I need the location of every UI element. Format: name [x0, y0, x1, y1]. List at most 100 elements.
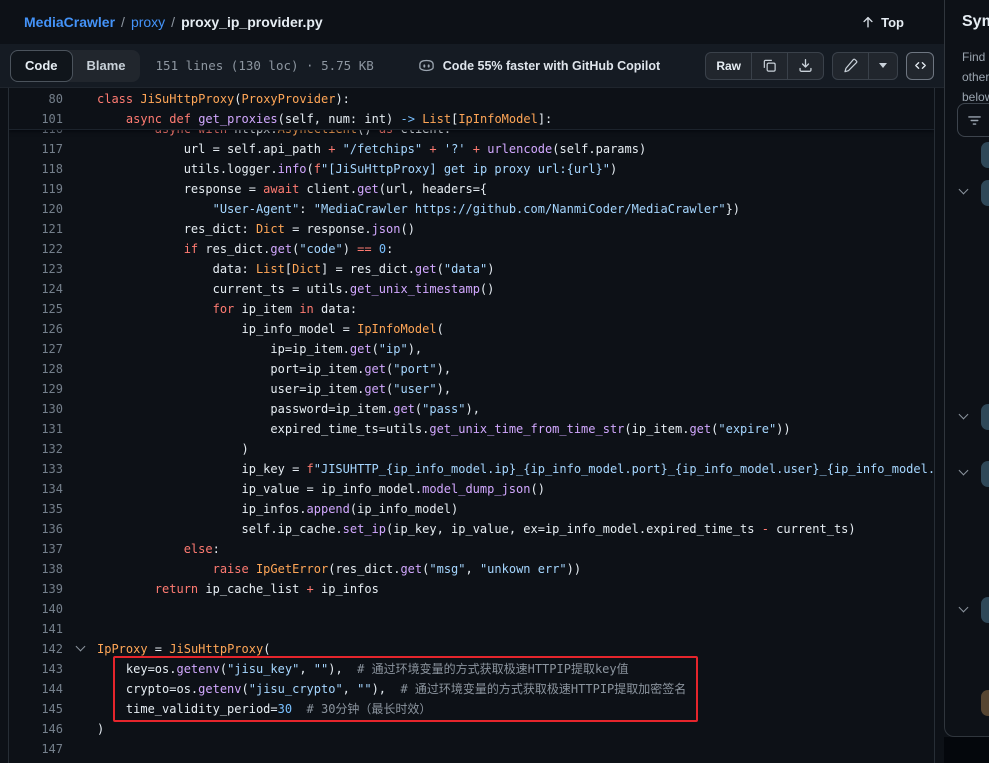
code-lines: 116 async with httpx.AsyncClient() as cl…	[9, 119, 934, 759]
symbol-item-pill[interactable]	[981, 404, 989, 430]
line-number[interactable]: 139	[9, 579, 63, 599]
symbol-item-pill[interactable]	[981, 461, 989, 487]
line-number[interactable]: 133	[9, 459, 63, 479]
line-number[interactable]: 124	[9, 279, 63, 299]
code-text: res_dict: Dict = response.json()	[97, 219, 415, 239]
chevron-down-icon[interactable]	[959, 603, 969, 613]
code-text: ip_infos.append(ip_info_model)	[97, 499, 458, 519]
code-line: 80class JiSuHttpProxy(ProxyProvider):	[9, 89, 934, 109]
line-number[interactable]: 145	[9, 699, 63, 719]
breadcrumb-separator: /	[171, 14, 175, 30]
line-number[interactable]: 140	[9, 599, 63, 619]
panel-footer-area	[944, 737, 989, 763]
line-number[interactable]: 146	[9, 719, 63, 739]
line-number[interactable]: 126	[9, 319, 63, 339]
line-number[interactable]: 130	[9, 399, 63, 419]
code-line: 132 )	[9, 439, 934, 459]
line-number[interactable]: 131	[9, 419, 63, 439]
line-number[interactable]: 134	[9, 479, 63, 499]
code-line: 144 crypto=os.getenv("jisu_crypto", ""),…	[9, 679, 934, 699]
gutter	[63, 439, 97, 459]
code-line: 138 raise IpGetError(res_dict.get("msg",…	[9, 559, 934, 579]
code-line: 126 ip_info_model = IpInfoModel(	[9, 319, 934, 339]
line-number[interactable]: 132	[9, 439, 63, 459]
tab-code[interactable]: Code	[10, 50, 73, 82]
line-number[interactable]: 101	[9, 109, 63, 129]
symbol-item-pill[interactable]	[981, 142, 989, 168]
gutter	[63, 559, 97, 579]
line-number[interactable]: 127	[9, 339, 63, 359]
symbol-item-pill[interactable]	[981, 597, 989, 623]
edit-dropdown-button[interactable]	[869, 53, 897, 79]
symbols-panel-box: Sym Find other below	[944, 0, 989, 737]
chevron-down-icon[interactable]	[959, 466, 969, 476]
symbols-panel-toggle[interactable]	[906, 52, 934, 80]
code-line: 125 for ip_item in data:	[9, 299, 934, 319]
symbol-item-pill[interactable]	[981, 180, 989, 206]
edit-button[interactable]	[833, 53, 869, 79]
line-number[interactable]: 136	[9, 519, 63, 539]
symbols-filter-input[interactable]	[957, 103, 989, 137]
chevron-down-icon[interactable]	[959, 410, 969, 420]
arrow-up-icon	[861, 15, 875, 29]
code-line: 141	[9, 619, 934, 639]
line-number[interactable]: 119	[9, 179, 63, 199]
line-number[interactable]: 138	[9, 559, 63, 579]
code-text: utils.logger.info(f"[JiSuHttpProxy] get …	[97, 159, 617, 179]
line-number[interactable]: 125	[9, 299, 63, 319]
download-button[interactable]	[788, 53, 823, 79]
line-number[interactable]: 142	[9, 639, 63, 659]
code-text: async def get_proxies(self, num: int) ->…	[97, 109, 552, 129]
line-number[interactable]: 80	[9, 89, 63, 109]
line-number[interactable]: 118	[9, 159, 63, 179]
copy-button[interactable]	[752, 53, 788, 79]
toolbar-actions: Raw	[705, 52, 934, 80]
breadcrumb-repo-link[interactable]: MediaCrawler	[24, 14, 115, 30]
line-number[interactable]: 121	[9, 219, 63, 239]
line-number[interactable]: 128	[9, 359, 63, 379]
code-line: 119 response = await client.get(url, hea…	[9, 179, 934, 199]
line-number[interactable]: 123	[9, 259, 63, 279]
line-number[interactable]: 120	[9, 199, 63, 219]
code-view: 116 async with httpx.AsyncClient() as cl…	[8, 88, 935, 763]
code-blame-switch: Code Blame	[10, 50, 140, 82]
code-line: 127 ip=ip_item.get("ip"),	[9, 339, 934, 359]
breadcrumb-folder-link[interactable]: proxy	[131, 14, 165, 30]
tab-blame[interactable]: Blame	[73, 50, 140, 82]
line-number[interactable]: 147	[9, 739, 63, 759]
copilot-icon	[418, 58, 435, 73]
code-line: 101 async def get_proxies(self, num: int…	[9, 109, 934, 129]
sticky-scope-lines: 80class JiSuHttpProxy(ProxyProvider):101…	[9, 88, 934, 130]
copilot-banner[interactable]: Code 55% faster with GitHub Copilot	[418, 58, 660, 73]
raw-button[interactable]: Raw	[706, 53, 752, 79]
gutter	[63, 679, 97, 699]
line-number[interactable]: 143	[9, 659, 63, 679]
line-number[interactable]: 141	[9, 619, 63, 639]
code-line: 120 "User-Agent": "MediaCrawler https://…	[9, 199, 934, 219]
code-text: return ip_cache_list + ip_infos	[97, 579, 379, 599]
line-number[interactable]: 137	[9, 539, 63, 559]
line-number[interactable]: 117	[9, 139, 63, 159]
scroll-to-top-button[interactable]: Top	[861, 15, 904, 30]
gutter	[63, 519, 97, 539]
gutter	[63, 319, 97, 339]
chevron-down-icon[interactable]	[959, 185, 969, 195]
gutter	[63, 139, 97, 159]
github-file-view: MediaCrawler / proxy / proxy_ip_provider…	[0, 0, 989, 763]
line-number[interactable]: 135	[9, 499, 63, 519]
code-text: )	[97, 439, 249, 459]
code-symbols-icon	[913, 58, 928, 73]
code-line: 118 utils.logger.info(f"[JiSuHttpProxy] …	[9, 159, 934, 179]
file-toolbar: Code Blame 151 lines (130 loc) · 5.75 KB…	[0, 44, 944, 88]
gutter	[63, 299, 97, 319]
fold-chevron-icon[interactable]	[76, 642, 86, 652]
line-number[interactable]: 122	[9, 239, 63, 259]
line-number[interactable]: 129	[9, 379, 63, 399]
code-line: 121 res_dict: Dict = response.json()	[9, 219, 934, 239]
gutter	[63, 399, 97, 419]
code-text: port=ip_item.get("port"),	[97, 359, 451, 379]
symbol-item-pill[interactable]	[981, 690, 989, 716]
gutter	[63, 639, 97, 659]
gutter	[63, 419, 97, 439]
line-number[interactable]: 144	[9, 679, 63, 699]
